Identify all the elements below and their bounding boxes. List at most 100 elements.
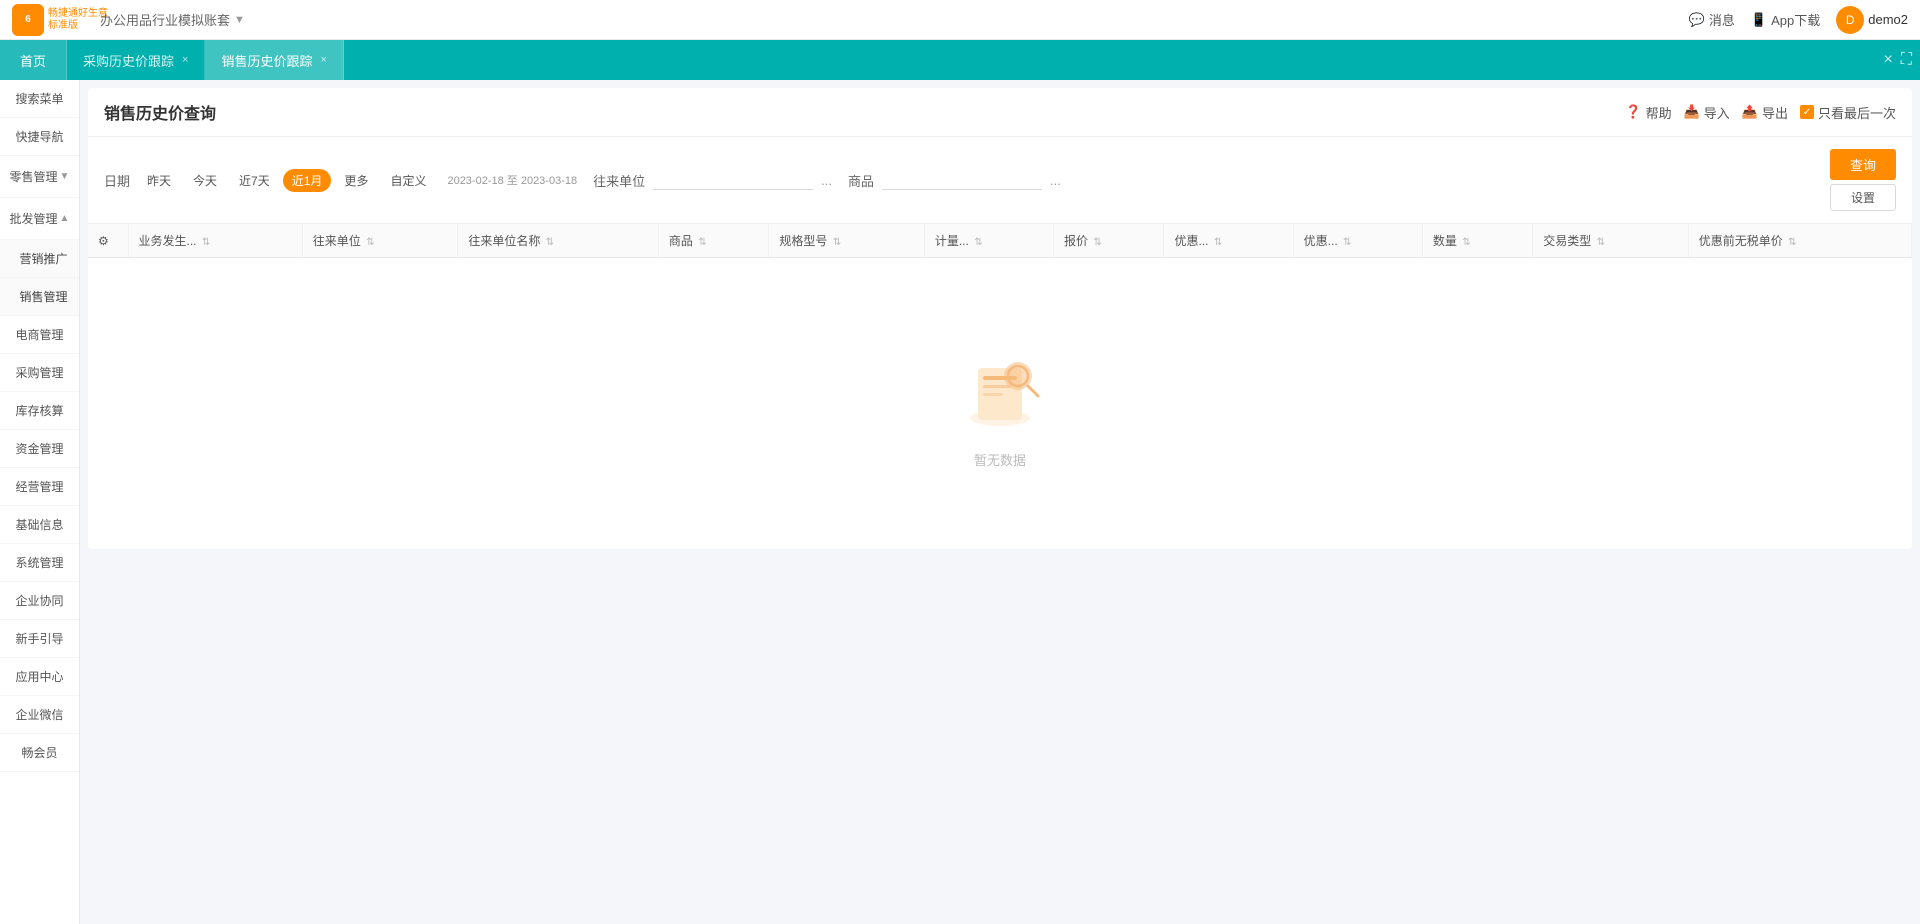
date-btn-custom[interactable]: 自定义 bbox=[381, 169, 435, 192]
th-settings[interactable]: ⚙ bbox=[88, 224, 128, 258]
th-tax-free-price[interactable]: 优惠前无税单价 ⇅ bbox=[1688, 224, 1911, 258]
help-icon: ❓ bbox=[1625, 104, 1641, 120]
date-buttons: 昨天 今天 近7天 近1月 更多 自定义 bbox=[138, 169, 435, 192]
th-discount1[interactable]: 优惠... ⇅ bbox=[1164, 224, 1293, 258]
content-area: 销售历史价查询 ❓ 帮助 📥 导入 📤 导出 bbox=[80, 80, 1920, 924]
sidebar-item-ecommerce[interactable]: 电商管理 bbox=[0, 316, 79, 354]
tab-purchase-close[interactable]: × bbox=[182, 54, 188, 66]
partner-filter-group: 往来单位 ... bbox=[593, 170, 832, 190]
import-button[interactable]: 📥 导入 bbox=[1684, 103, 1730, 122]
th-partner-code[interactable]: 往来单位 ⇅ bbox=[302, 224, 458, 258]
gear-icon: ⚙ bbox=[98, 234, 109, 248]
sidebar-item-marketing[interactable]: 营销推广 bbox=[0, 240, 79, 278]
product-dots[interactable]: ... bbox=[1050, 173, 1061, 188]
sidebar-item-retail[interactable]: 零售管理 ▼ bbox=[0, 156, 79, 198]
th-spec[interactable]: 规格型号 ⇅ bbox=[769, 224, 925, 258]
date-btn-more[interactable]: 更多 bbox=[335, 169, 377, 192]
product-label: 商品 bbox=[848, 171, 874, 190]
sort-trade-type-icon: ⇅ bbox=[1597, 237, 1605, 248]
sidebar-item-wechat[interactable]: 企业微信 bbox=[0, 696, 79, 734]
partner-input[interactable] bbox=[653, 170, 813, 190]
date-btn-last7[interactable]: 近7天 bbox=[230, 169, 279, 192]
tab-home[interactable]: 首页 bbox=[0, 40, 67, 80]
data-table: ⚙ 业务发生... ⇅ 往来单位 ⇅ 往来单位名称 bbox=[88, 224, 1912, 258]
tab-bar: 首页 采购历史价跟踪 × 销售历史价跟踪 × × ⛶ bbox=[0, 40, 1920, 80]
page-title: 销售历史价查询 bbox=[104, 100, 216, 124]
sort-discount1-icon: ⇅ bbox=[1214, 237, 1222, 248]
sidebar-item-operations[interactable]: 经营管理 bbox=[0, 468, 79, 506]
sidebar-item-quick-nav[interactable]: 快捷导航 bbox=[0, 118, 79, 156]
download-icon: 📱 bbox=[1751, 12, 1767, 28]
sort-partner-code-icon: ⇅ bbox=[366, 237, 374, 248]
query-button[interactable]: 查询 bbox=[1830, 149, 1896, 180]
tab-controls-right: × ⛶ bbox=[1883, 40, 1920, 80]
logo-area: 6 畅捷通好生意 标准版 bbox=[12, 4, 92, 36]
sort-partner-name-icon: ⇅ bbox=[546, 237, 554, 248]
sort-unit-icon: ⇅ bbox=[974, 237, 982, 248]
sort-price-icon: ⇅ bbox=[1093, 237, 1101, 248]
sidebar-item-inventory[interactable]: 库存核算 bbox=[0, 392, 79, 430]
export-icon: 📤 bbox=[1742, 104, 1758, 120]
table-header: ⚙ 业务发生... ⇅ 往来单位 ⇅ 往来单位名称 bbox=[88, 224, 1912, 258]
user-profile[interactable]: D demo2 bbox=[1836, 6, 1908, 34]
sidebar-item-member[interactable]: 畅会员 bbox=[0, 734, 79, 772]
th-price[interactable]: 报价 ⇅ bbox=[1054, 224, 1164, 258]
filter-row: 日期 昨天 今天 近7天 近1月 更多 自定义 2023-02-18 至 202… bbox=[88, 137, 1912, 224]
tab-sales-close[interactable]: × bbox=[320, 54, 326, 66]
import-icon: 📥 bbox=[1684, 104, 1700, 120]
empty-icon bbox=[950, 338, 1050, 438]
message-button[interactable]: 💬 消息 bbox=[1689, 10, 1735, 29]
sidebar-item-system[interactable]: 系统管理 bbox=[0, 544, 79, 582]
th-trade-type[interactable]: 交易类型 ⇅ bbox=[1533, 224, 1689, 258]
retail-arrow-icon: ▼ bbox=[60, 171, 70, 182]
date-filter-group: 日期 昨天 今天 近7天 近1月 更多 自定义 2023-02-18 至 202… bbox=[104, 169, 577, 192]
product-input[interactable] bbox=[882, 170, 1042, 190]
date-btn-today[interactable]: 今天 bbox=[184, 169, 226, 192]
page-container: 销售历史价查询 ❓ 帮助 📥 导入 📤 导出 bbox=[88, 88, 1912, 549]
message-icon: 💬 bbox=[1689, 12, 1705, 28]
header-middle: 办公用品行业模拟账套 ▼ bbox=[92, 10, 1689, 29]
fullscreen-button[interactable]: ⛶ bbox=[1901, 51, 1912, 69]
th-biz-date[interactable]: 业务发生... ⇅ bbox=[128, 224, 302, 258]
sidebar-item-enterprise[interactable]: 企业协同 bbox=[0, 582, 79, 620]
sort-tax-free-icon: ⇅ bbox=[1788, 237, 1796, 248]
last-only-label[interactable]: 只看最后一次 bbox=[1800, 103, 1896, 122]
app-dropdown-arrow[interactable]: ▼ bbox=[234, 14, 245, 26]
date-btn-last1m[interactable]: 近1月 bbox=[283, 169, 332, 192]
page-actions: ❓ 帮助 📥 导入 📤 导出 只看最后一次 bbox=[1625, 103, 1896, 122]
th-product[interactable]: 商品 ⇅ bbox=[658, 224, 768, 258]
sort-product-icon: ⇅ bbox=[698, 237, 706, 248]
tab-sales-history[interactable]: 销售历史价跟踪 × bbox=[205, 40, 343, 80]
header-right: 💬 消息 📱 App下载 D demo2 bbox=[1689, 6, 1908, 34]
sidebar-item-purchase[interactable]: 采购管理 bbox=[0, 354, 79, 392]
sidebar-item-newbie[interactable]: 新手引导 bbox=[0, 620, 79, 658]
main-layout: 搜索菜单 快捷导航 零售管理 ▼ 批发管理 ▲ 营销推广 销售管理 电商管理 采… bbox=[0, 80, 1920, 924]
tab-purchase-history[interactable]: 采购历史价跟踪 × bbox=[67, 40, 205, 80]
help-button[interactable]: ❓ 帮助 bbox=[1625, 103, 1671, 122]
last-only-checkbox[interactable] bbox=[1800, 105, 1814, 119]
sidebar-item-sales[interactable]: 销售管理 bbox=[0, 278, 79, 316]
empty-state: 暂无数据 bbox=[88, 258, 1912, 549]
sidebar-item-search-menu[interactable]: 搜索菜单 bbox=[0, 80, 79, 118]
close-window-button[interactable]: × bbox=[1883, 51, 1892, 69]
sort-spec-icon: ⇅ bbox=[833, 237, 841, 248]
th-discount2[interactable]: 优惠... ⇅ bbox=[1293, 224, 1422, 258]
sidebar: 搜索菜单 快捷导航 零售管理 ▼ 批发管理 ▲ 营销推广 销售管理 电商管理 采… bbox=[0, 80, 80, 924]
partner-dots[interactable]: ... bbox=[821, 173, 832, 188]
app-download-button[interactable]: 📱 App下载 bbox=[1751, 10, 1820, 29]
partner-label: 往来单位 bbox=[593, 171, 645, 190]
page-title-bar: 销售历史价查询 ❓ 帮助 📥 导入 📤 导出 bbox=[88, 88, 1912, 137]
sidebar-item-basic-info[interactable]: 基础信息 bbox=[0, 506, 79, 544]
th-qty[interactable]: 数量 ⇅ bbox=[1422, 224, 1532, 258]
date-btn-yesterday[interactable]: 昨天 bbox=[138, 169, 180, 192]
sort-discount2-icon: ⇅ bbox=[1343, 237, 1351, 248]
setting-button[interactable]: 设置 bbox=[1830, 184, 1896, 211]
sidebar-item-finance[interactable]: 资金管理 bbox=[0, 430, 79, 468]
table-container: ⚙ 业务发生... ⇅ 往来单位 ⇅ 往来单位名称 bbox=[88, 224, 1912, 549]
sidebar-item-app-center[interactable]: 应用中心 bbox=[0, 658, 79, 696]
th-partner-name[interactable]: 往来单位名称 ⇅ bbox=[458, 224, 659, 258]
export-button[interactable]: 📤 导出 bbox=[1742, 103, 1788, 122]
sidebar-item-wholesale[interactable]: 批发管理 ▲ bbox=[0, 198, 79, 240]
empty-text: 暂无数据 bbox=[974, 450, 1026, 469]
th-unit[interactable]: 计量... ⇅ bbox=[924, 224, 1053, 258]
